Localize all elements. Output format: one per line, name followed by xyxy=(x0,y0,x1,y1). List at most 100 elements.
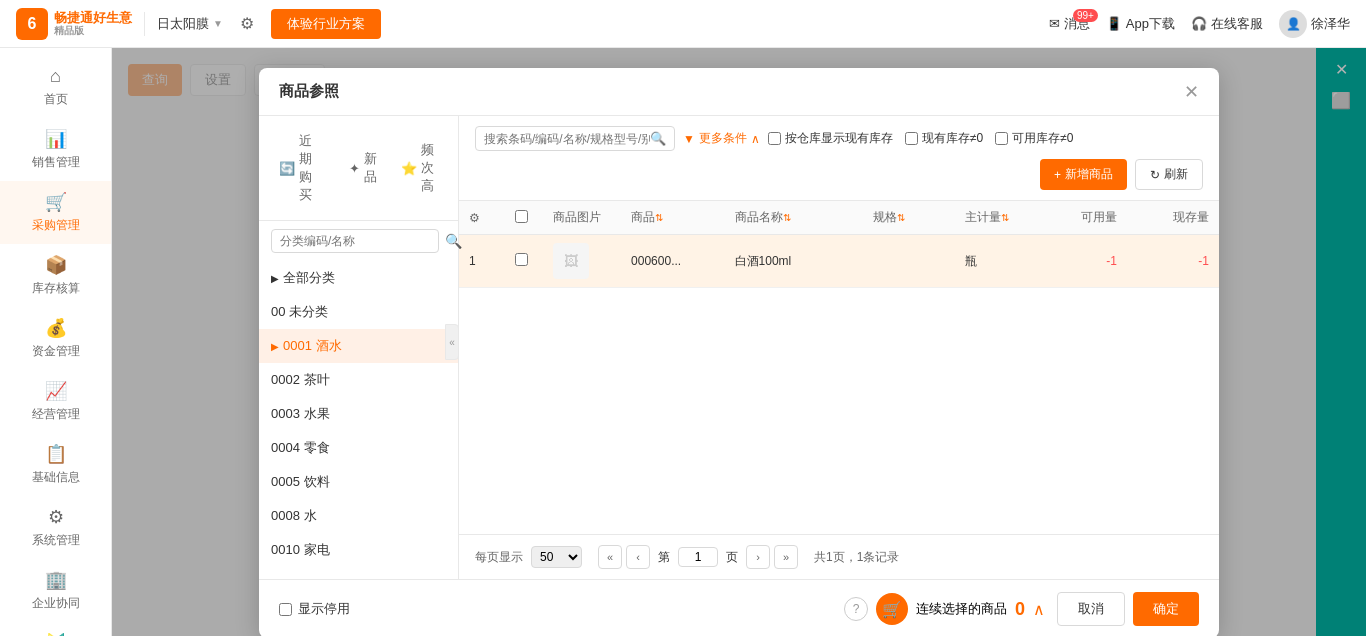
selected-count: 0 xyxy=(1015,599,1025,620)
category-search-row: 🔍 xyxy=(259,229,458,253)
total-pages-info: 共1页，1条记录 xyxy=(814,549,899,566)
product-reference-modal: 商品参照 ✕ 🔄 近期购买 ✦ 新 xyxy=(259,68,1219,636)
category-item-0005[interactable]: 0005 饮料 xyxy=(259,465,458,499)
sidebar-item-basic[interactable]: 📋 基础信息 xyxy=(0,433,111,496)
footer-actions: 取消 确定 xyxy=(1057,592,1199,626)
messages-badge: 99+ xyxy=(1073,9,1098,22)
category-item-0002[interactable]: 0002 茶叶 xyxy=(259,363,458,397)
category-item-00[interactable]: 00 未分类 xyxy=(259,295,458,329)
left-tabs: 🔄 近期购买 ✦ 新品 ⭐ 频次高 xyxy=(259,128,458,208)
category-item-0010[interactable]: 0010 家电 xyxy=(259,533,458,567)
left-divider xyxy=(259,220,458,221)
select-all-checkbox[interactable] xyxy=(515,210,528,223)
phone-icon: 📱 xyxy=(1106,16,1122,31)
page-number-input[interactable] xyxy=(678,547,718,567)
more-filters-button[interactable]: ▼ 更多条件 ∧ xyxy=(683,130,760,147)
topbar: 6 畅捷通好生意 精品版 日太阳膜 ▼ ⚙ 体验行业方案 ✉ 消息 99+ 📱 … xyxy=(0,0,1366,48)
right-panel: 🔍 ▼ 更多条件 ∧ 按仓库显示现有库存 xyxy=(459,116,1219,579)
nonzero-avail-check[interactable]: 可用库存≠0 xyxy=(995,130,1073,147)
toolbar-actions: + 新增商品 ↻ 刷新 xyxy=(1040,159,1203,190)
basic-icon: 📋 xyxy=(45,443,67,465)
col-header-name[interactable]: 商品名称⇅ xyxy=(725,201,863,235)
category-item-0003[interactable]: 0003 水果 xyxy=(259,397,458,431)
sidebar-item-system[interactable]: ⚙ 系统管理 xyxy=(0,496,111,559)
col-header-stock: 现存量 xyxy=(1127,201,1219,235)
modal-close-button[interactable]: ✕ xyxy=(1184,83,1199,101)
modal-header: 商品参照 ✕ xyxy=(259,68,1219,116)
last-page-button[interactable]: » xyxy=(774,545,798,569)
sidebar-item-operations[interactable]: 📈 经营管理 xyxy=(0,370,111,433)
system-icon: ⚙ xyxy=(48,506,64,528)
first-page-button[interactable]: « xyxy=(598,545,622,569)
online-service-button[interactable]: 🎧 在线客服 xyxy=(1191,15,1263,33)
row-check[interactable] xyxy=(505,235,543,288)
show-disabled-checkbox[interactable] xyxy=(279,603,292,616)
col-header-avail: 可用量 xyxy=(1035,201,1127,235)
row-spec xyxy=(863,235,955,288)
recent-icon: 🔄 xyxy=(279,161,295,176)
help-icon[interactable]: ? xyxy=(844,597,868,621)
tab-frequent[interactable]: ⭐ 频次高 xyxy=(393,128,446,208)
table-row[interactable]: 1 🖼 xyxy=(459,235,1219,288)
show-disabled-label[interactable]: 显示停用 xyxy=(279,600,350,618)
brand-logo: 6 畅捷通好生意 精品版 xyxy=(16,8,132,40)
page-size-select[interactable]: 10 20 50 100 xyxy=(531,546,582,568)
row-avail: -1 xyxy=(1035,235,1127,288)
sidebar-item-enterprise[interactable]: 🏢 企业协同 xyxy=(0,559,111,622)
nonzero-stock-check[interactable]: 现有库存≠0 xyxy=(905,130,983,147)
finance-icon: 💰 xyxy=(45,317,67,339)
confirm-button[interactable]: 确定 xyxy=(1133,592,1199,626)
user-menu[interactable]: 👤 徐泽华 xyxy=(1279,10,1350,38)
app-download-button[interactable]: 📱 App下载 xyxy=(1106,15,1175,33)
modal-footer: 显示停用 ? 🛒 连续选择的商品 0 ∧ 取消 确定 xyxy=(259,579,1219,636)
sidebar-item-inventory[interactable]: 📦 库存核算 xyxy=(0,244,111,307)
category-item-0004[interactable]: 0004 零食 xyxy=(259,431,458,465)
category-list: ▶ 全部分类 00 未分类 ▶ 0001 酒水 0002 茶 xyxy=(259,261,458,567)
store-dropdown[interactable]: 日太阳膜 ▼ xyxy=(157,15,223,33)
page-suffix: 页 xyxy=(726,549,738,566)
refresh-button[interactable]: ↻ 刷新 xyxy=(1135,159,1203,190)
col-header-spec[interactable]: 规格⇅ xyxy=(863,201,955,235)
sidebar-item-finance[interactable]: 💰 资金管理 xyxy=(0,307,111,370)
logo-icon: 6 xyxy=(16,8,48,40)
col-header-img: 商品图片 xyxy=(543,201,621,235)
settings-icon[interactable]: ⚙ xyxy=(231,8,263,40)
filter-icon: ▼ xyxy=(683,132,695,146)
prev-page-button[interactable]: ‹ xyxy=(626,545,650,569)
layout: ⌂ 首页 📊 销售管理 🛒 采购管理 📦 库存核算 💰 资金管理 📈 经营管理 … xyxy=(0,48,1366,636)
collapse-selected-button[interactable]: ∧ xyxy=(1033,600,1045,619)
messages-button[interactable]: ✉ 消息 99+ xyxy=(1049,15,1090,33)
category-search-input[interactable] xyxy=(271,229,439,253)
tab-new[interactable]: ✦ 新品 xyxy=(341,128,385,208)
cart-icon: 🛒 xyxy=(876,593,908,625)
col-header-code[interactable]: 商品⇅ xyxy=(621,201,724,235)
sidebar-item-home[interactable]: ⌂ 首页 xyxy=(0,56,111,118)
category-search-icon[interactable]: 🔍 xyxy=(445,233,462,249)
sidebar-item-purchase[interactable]: 🛒 采购管理 xyxy=(0,181,111,244)
add-product-button[interactable]: + 新增商品 xyxy=(1040,159,1127,190)
product-search-input[interactable] xyxy=(484,132,650,146)
search-toolbar: 🔍 ▼ 更多条件 ∧ 按仓库显示现有库存 xyxy=(459,116,1219,201)
try-industry-button[interactable]: 体验行业方案 xyxy=(271,9,381,39)
page-nav: « ‹ 第 页 › » xyxy=(598,545,798,569)
col-header-check xyxy=(505,201,543,235)
guide-icon: 🔰 xyxy=(45,632,67,636)
warehouse-stock-check[interactable]: 按仓库显示现有库存 xyxy=(768,130,893,147)
category-item-0008[interactable]: 0008 水 xyxy=(259,499,458,533)
sidebar-item-guide[interactable]: 🔰 新手引导 xyxy=(0,622,111,636)
inventory-icon: 📦 xyxy=(45,254,67,276)
category-item-all[interactable]: ▶ 全部分类 xyxy=(259,261,458,295)
sidebar-item-sales[interactable]: 📊 销售管理 xyxy=(0,118,111,181)
collapse-panel-button[interactable]: « xyxy=(445,324,459,360)
sort-code-icon: ⇅ xyxy=(655,212,663,223)
cancel-button[interactable]: 取消 xyxy=(1057,592,1125,626)
category-item-0001[interactable]: ▶ 0001 酒水 xyxy=(259,329,458,363)
left-panel: 🔄 近期购买 ✦ 新品 ⭐ 频次高 xyxy=(259,116,459,579)
row-checkbox[interactable] xyxy=(515,253,528,266)
tab-recent[interactable]: 🔄 近期购买 xyxy=(271,128,333,208)
col-header-settings[interactable]: ⚙ xyxy=(459,201,505,235)
headset-icon: 🎧 xyxy=(1191,16,1207,31)
next-page-button[interactable]: › xyxy=(746,545,770,569)
col-header-unit[interactable]: 主计量⇅ xyxy=(955,201,1035,235)
row-no: 1 xyxy=(459,235,505,288)
